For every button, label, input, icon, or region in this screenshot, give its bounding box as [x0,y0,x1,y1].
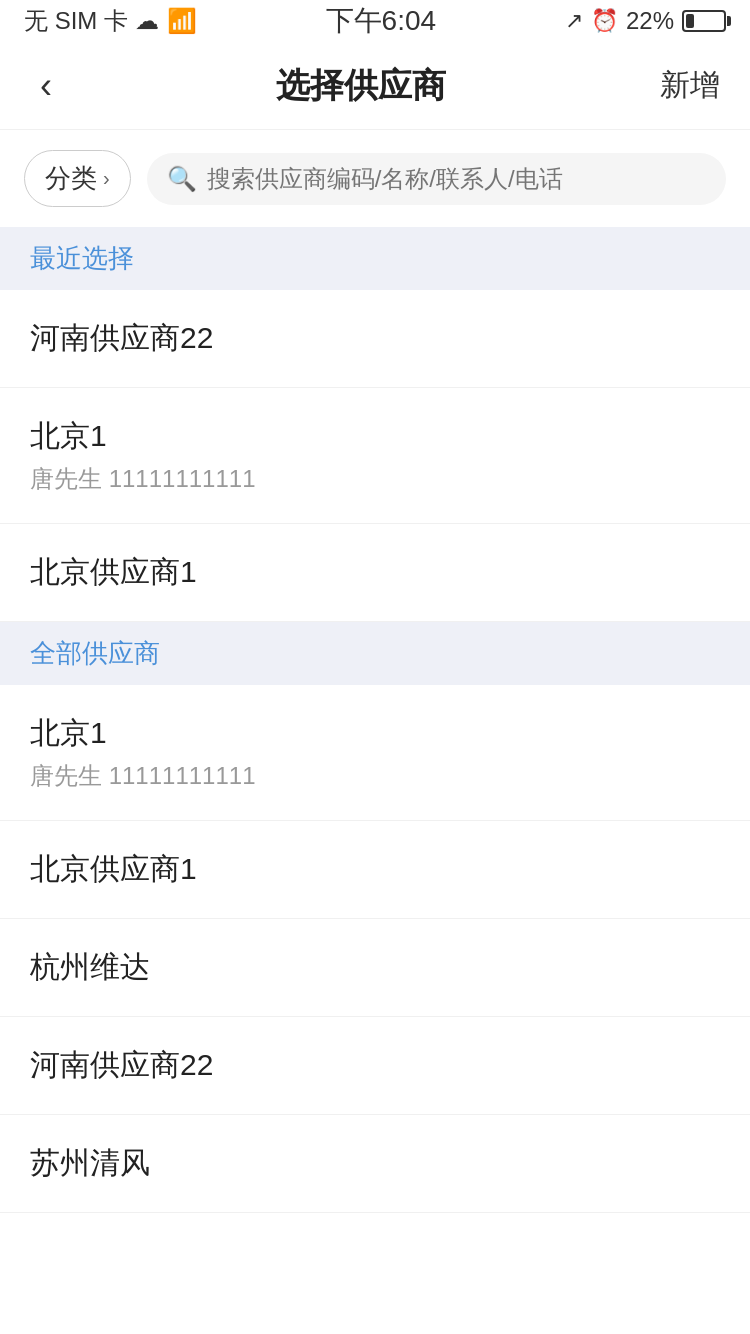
list-item[interactable]: 杭州维达 [0,919,750,1017]
item-name: 北京1 [30,713,720,754]
new-action-button[interactable]: 新增 [660,65,720,106]
search-box: 🔍 [147,153,726,205]
list-item[interactable]: 北京供应商1 [0,524,750,622]
search-area: 分类 › 🔍 [0,130,750,227]
item-sub: 唐先生 11111111111 [30,760,720,792]
recent-section-header: 最近选择 [0,227,750,290]
back-button[interactable]: ‹ [30,55,62,117]
item-name: 河南供应商22 [30,318,720,359]
status-bar: 无 SIM 卡 ☁ 📶 下午6:04 ↗ ⏰ 22% [0,0,750,42]
nav-bar: ‹ 选择供应商 新增 [0,42,750,130]
status-left: 无 SIM 卡 ☁ 📶 [24,5,197,37]
status-time: 下午6:04 [326,2,437,40]
category-label: 分类 [45,161,97,196]
item-sub: 唐先生 11111111111 [30,463,720,495]
recent-list: 河南供应商22 北京1 唐先生 11111111111 北京供应商1 [0,290,750,622]
search-icon: 🔍 [167,165,197,193]
all-list: 北京1 唐先生 11111111111 北京供应商1 杭州维达河南供应商22 苏州清风 [0,685,750,1213]
item-name: 杭州维达 [30,947,720,988]
category-filter-button[interactable]: 分类 › [24,150,131,207]
item-name: 苏州清风 [30,1143,720,1184]
item-name: 北京供应商1 [30,552,720,593]
all-section-header: 全部供应商 [0,622,750,685]
list-item[interactable]: 河南供应商22 [0,1017,750,1115]
page-title: 选择供应商 [276,63,446,109]
item-name: 北京供应商1 [30,849,720,890]
alarm-icon: ⏰ [591,8,618,34]
item-name: 河南供应商22 [30,1045,720,1086]
list-item[interactable]: 北京1 唐先生 11111111111 [0,388,750,524]
list-item[interactable]: 北京1 唐先生 11111111111 [0,685,750,821]
battery-icon [682,10,726,32]
battery-text: 22% [626,7,674,35]
all-section-title: 全部供应商 [30,638,160,668]
list-item[interactable]: 北京供应商1 [0,821,750,919]
list-item[interactable]: 河南供应商22 [0,290,750,388]
recent-section-title: 最近选择 [30,243,134,273]
search-input[interactable] [207,165,706,193]
item-name: 北京1 [30,416,720,457]
list-item[interactable]: 苏州清风 [0,1115,750,1213]
chevron-right-icon: › [103,167,110,190]
wifi-icon: 📶 [167,7,197,35]
status-right: ↗ ⏰ 22% [565,7,726,35]
sim-status: 无 SIM 卡 ☁ [24,5,159,37]
location-icon: ↗ [565,8,583,34]
